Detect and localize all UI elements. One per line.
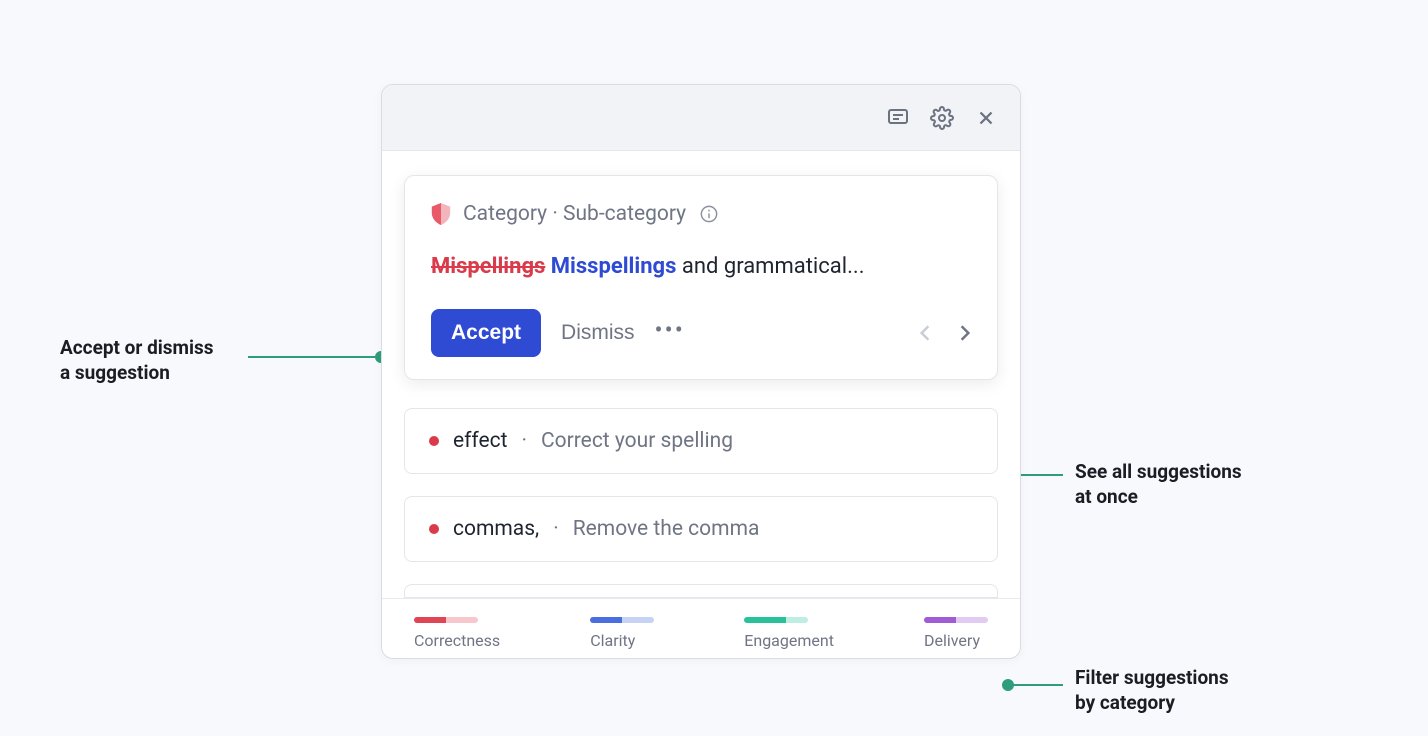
suggestion-description: Correct your spelling	[541, 429, 733, 453]
panel-header	[382, 85, 1020, 151]
filter-correctness[interactable]: Correctness	[414, 617, 500, 650]
suggestion-description: Remove the comma	[573, 517, 760, 541]
category-filter-bar: Correctness Clarity Engagement Delivery	[382, 598, 1020, 658]
category-dot-icon	[429, 436, 439, 446]
suggestion-card-expanded: Category · Sub-category Mispellings Miss…	[404, 175, 998, 380]
filter-label: Correctness	[414, 631, 500, 650]
filter-engagement[interactable]: Engagement	[744, 617, 834, 650]
annotation-accept-dismiss: Accept or dismissa suggestion	[60, 336, 214, 385]
suggestions-panel: Category · Sub-category Mispellings Miss…	[381, 84, 1021, 659]
more-icon[interactable]: •••	[655, 318, 685, 348]
filter-bar-icon	[924, 617, 988, 623]
filter-label: Engagement	[744, 631, 834, 650]
connector-line	[1008, 684, 1063, 686]
prev-arrow-icon[interactable]	[919, 324, 931, 342]
comment-icon[interactable]	[886, 106, 910, 130]
filter-label: Delivery	[924, 631, 980, 650]
separator: ·	[522, 429, 528, 453]
suggestion-word: effect	[453, 429, 508, 453]
suggestion-card-collapsed[interactable]: commas, · Remove the comma	[404, 496, 998, 562]
filter-label: Clarity	[590, 631, 635, 650]
correction-word: Misspellings	[551, 254, 677, 279]
connector-line	[248, 356, 375, 358]
category-dot-icon	[429, 524, 439, 534]
filter-bar-icon	[744, 617, 808, 623]
suggestion-text: Mispellings Misspellings and grammatical…	[431, 252, 971, 283]
filter-delivery[interactable]: Delivery	[924, 617, 988, 650]
separator: ·	[553, 517, 559, 541]
card-meta: Category · Sub-category	[431, 202, 971, 226]
filter-bar-icon	[590, 617, 654, 623]
info-icon[interactable]	[700, 205, 718, 223]
connector-dot	[1002, 679, 1014, 691]
panel-body: Category · Sub-category Mispellings Miss…	[382, 151, 1020, 598]
next-arrow-icon[interactable]	[959, 324, 971, 342]
annotation-filter-category: Filter suggestionsby category	[1075, 666, 1229, 715]
accept-button[interactable]: Accept	[431, 309, 541, 357]
trailing-text: and grammatical...	[682, 254, 865, 279]
filter-bar-icon	[414, 617, 478, 623]
card-actions: Accept Dismiss •••	[431, 309, 971, 357]
strikethrough-word: Mispellings	[431, 254, 545, 279]
suggestion-card-peek[interactable]	[404, 584, 998, 598]
dismiss-button[interactable]: Dismiss	[561, 321, 635, 345]
suggestion-card-collapsed[interactable]: effect · Correct your spelling	[404, 408, 998, 474]
suggestion-word: commas,	[453, 517, 539, 541]
filter-clarity[interactable]: Clarity	[590, 617, 654, 650]
category-label: Category · Sub-category	[463, 202, 686, 226]
nav-arrows	[919, 324, 971, 342]
annotation-see-all: See all suggestionsat once	[1075, 460, 1242, 509]
shield-icon	[431, 203, 451, 225]
gear-icon[interactable]	[930, 106, 954, 130]
close-icon[interactable]	[974, 106, 998, 130]
